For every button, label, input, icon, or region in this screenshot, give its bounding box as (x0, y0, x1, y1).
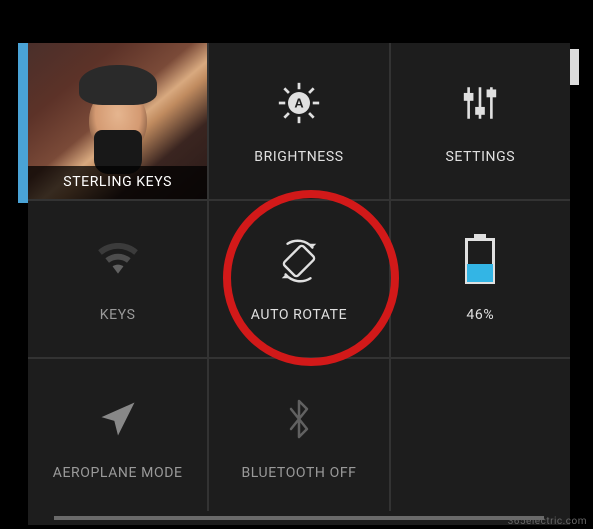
profile-tile[interactable]: STERLING KEYS (28, 43, 207, 199)
wifi-label: KEYS (100, 307, 136, 323)
quick-settings-grid: STERLING KEYS A BRIGHTNESS SETTINGS KEYS (28, 43, 570, 511)
airplane-mode-tile[interactable]: AEROPLANE MODE (28, 359, 207, 515)
auto-rotate-label: AUTO ROTATE (251, 307, 347, 323)
profile-name: STERLING KEYS (28, 166, 207, 199)
battery-tile[interactable]: 46% (391, 201, 570, 357)
watermark: 365electric.com (508, 516, 587, 527)
bluetooth-label: BLUETOOTH OFF (241, 465, 356, 481)
battery-icon (465, 235, 495, 287)
brightness-tile[interactable]: A BRIGHTNESS (209, 43, 388, 199)
auto-rotate-tile[interactable]: AUTO ROTATE (209, 201, 388, 357)
settings-tile[interactable]: SETTINGS (391, 43, 570, 199)
status-bar (0, 0, 593, 43)
auto-rotate-icon (276, 235, 322, 287)
background-sliver-left (18, 43, 28, 203)
empty-tile (391, 359, 570, 515)
brightness-slider-area (28, 511, 570, 525)
background-sliver-right (569, 49, 579, 85)
quick-settings-panel: STERLING KEYS A BRIGHTNESS SETTINGS KEYS (28, 43, 570, 511)
settings-label: SETTINGS (445, 149, 515, 165)
sliders-icon (459, 77, 501, 129)
bluetooth-icon (280, 393, 318, 445)
brightness-label: BRIGHTNESS (254, 149, 343, 165)
svg-text:A: A (294, 96, 303, 111)
panel-handle[interactable] (54, 516, 544, 520)
brightness-auto-icon: A (277, 77, 321, 129)
airplane-icon (96, 393, 140, 445)
wifi-icon (96, 235, 140, 287)
wifi-tile[interactable]: KEYS (28, 201, 207, 357)
bluetooth-tile[interactable]: BLUETOOTH OFF (209, 359, 388, 515)
battery-label: 46% (466, 307, 494, 323)
airplane-label: AEROPLANE MODE (53, 465, 183, 481)
